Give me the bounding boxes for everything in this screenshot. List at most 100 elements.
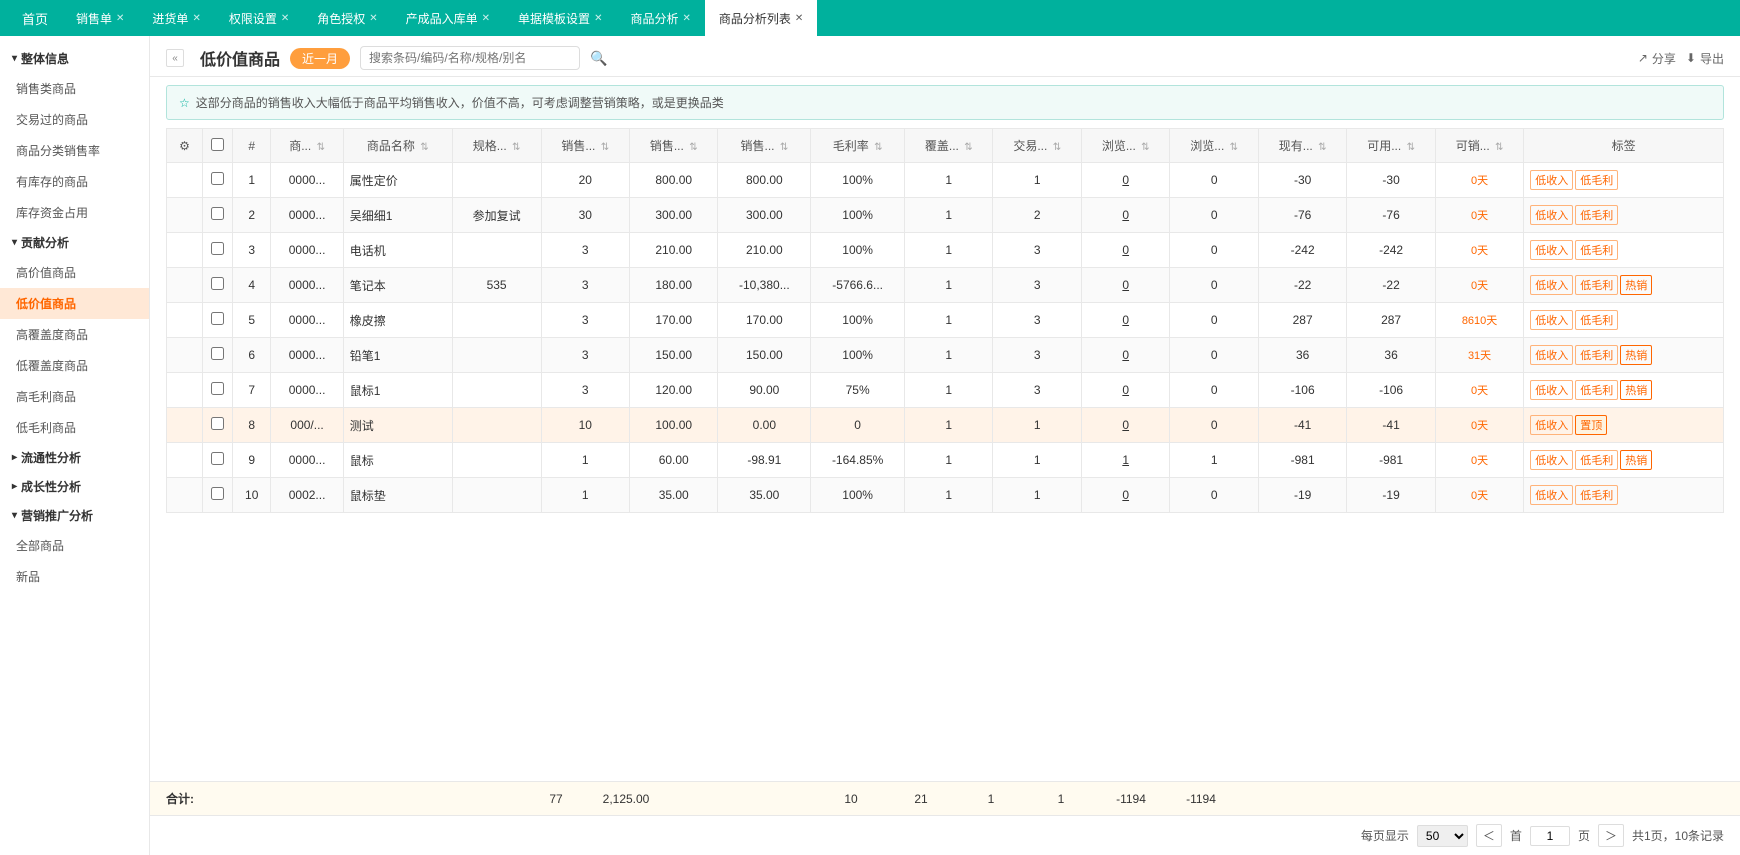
row-checkbox-cell[interactable] [203, 233, 233, 268]
row-settings-icon[interactable] [167, 338, 203, 373]
row-browse1[interactable]: 0 [1081, 198, 1169, 233]
nav-product-in-close[interactable]: ✕ [482, 13, 490, 24]
page-input[interactable] [1530, 826, 1570, 846]
nav-role[interactable]: 角色授权 ✕ [303, 0, 391, 36]
row-settings-icon[interactable] [167, 443, 203, 478]
row-checkbox-cell[interactable] [203, 303, 233, 338]
sales-amt2-col-header[interactable]: 销售... ⇅ [718, 129, 811, 163]
browse2-col-header[interactable]: 浏览... ⇅ [1170, 129, 1258, 163]
search-icon[interactable]: 🔍 [590, 50, 607, 67]
nav-purchase[interactable]: 进货单 ✕ [138, 0, 214, 36]
name-col-header[interactable]: 商品名称 ⇅ [343, 129, 452, 163]
row-checkbox-cell[interactable] [203, 338, 233, 373]
row-checkbox-cell[interactable] [203, 198, 233, 233]
row-browse1[interactable]: 0 [1081, 303, 1169, 338]
cover-col-header[interactable]: 覆盖... ⇅ [905, 129, 993, 163]
row-settings-icon[interactable] [167, 268, 203, 303]
sidebar-item-traded-goods[interactable]: 交易过的商品 [0, 104, 149, 135]
nav-role-close[interactable]: ✕ [369, 13, 377, 24]
nav-template[interactable]: 单据模板设置 ✕ [504, 0, 616, 36]
row-browse1[interactable]: 0 [1081, 373, 1169, 408]
sidebar-item-high-coverage[interactable]: 高覆盖度商品 [0, 319, 149, 350]
sidebar-item-low-margin[interactable]: 低毛利商品 [0, 412, 149, 443]
row-checkbox[interactable] [211, 242, 224, 255]
row-settings-icon[interactable] [167, 163, 203, 198]
sidebar-group-liquidity[interactable]: ▸ 流通性分析 [0, 443, 149, 472]
settings-col-header[interactable]: ⚙ [167, 129, 203, 163]
saleable-col-header[interactable]: 可销... ⇅ [1435, 129, 1523, 163]
nav-permission[interactable]: 权限设置 ✕ [215, 0, 303, 36]
row-checkbox-cell[interactable] [203, 443, 233, 478]
row-browse1[interactable]: 0 [1081, 408, 1169, 443]
nav-permission-close[interactable]: ✕ [281, 13, 289, 24]
row-browse1[interactable]: 0 [1081, 478, 1169, 513]
nav-goods-list-close[interactable]: ✕ [795, 13, 803, 24]
trade-col-header[interactable]: 交易... ⇅ [993, 129, 1081, 163]
sidebar-item-high-margin[interactable]: 高毛利商品 [0, 381, 149, 412]
row-browse1[interactable]: 0 [1081, 338, 1169, 373]
nav-home[interactable]: 首页 [8, 0, 62, 36]
row-checkbox[interactable] [211, 207, 224, 220]
available-col-header[interactable]: 可用... ⇅ [1347, 129, 1435, 163]
sidebar-item-category-sales[interactable]: 商品分类销售率 [0, 135, 149, 166]
row-checkbox-cell[interactable] [203, 478, 233, 513]
search-input[interactable] [360, 46, 580, 70]
browse1-col-header[interactable]: 浏览... ⇅ [1081, 129, 1169, 163]
row-settings-icon[interactable] [167, 233, 203, 268]
row-browse1[interactable]: 0 [1081, 268, 1169, 303]
row-checkbox[interactable] [211, 277, 224, 290]
sidebar-item-stock-goods[interactable]: 有库存的商品 [0, 166, 149, 197]
next-page-btn[interactable]: ＞ [1598, 824, 1624, 847]
nav-goods-analysis-close[interactable]: ✕ [682, 13, 690, 24]
row-browse1[interactable]: 0 [1081, 163, 1169, 198]
sidebar-item-new-goods[interactable]: 新品 [0, 561, 149, 592]
row-settings-icon[interactable] [167, 478, 203, 513]
row-checkbox[interactable] [211, 347, 224, 360]
sidebar-group-contribution[interactable]: ▾ 贡献分析 [0, 228, 149, 257]
share-btn[interactable]: ↗ 分享 [1638, 50, 1676, 67]
nav-purchase-close[interactable]: ✕ [192, 13, 200, 24]
spec-col-header[interactable]: 规格... ⇅ [452, 129, 541, 163]
row-checkbox-cell[interactable] [203, 408, 233, 443]
sales-amt-col-header[interactable]: 销售... ⇅ [629, 129, 717, 163]
sidebar-item-sales-goods[interactable]: 销售类商品 [0, 73, 149, 104]
select-all-checkbox[interactable] [211, 138, 224, 151]
sidebar-item-low-coverage[interactable]: 低覆盖度商品 [0, 350, 149, 381]
sales-qty-col-header[interactable]: 销售... ⇅ [541, 129, 629, 163]
checkbox-col-header[interactable] [203, 129, 233, 163]
sidebar-item-low-value[interactable]: 低价值商品 [0, 288, 149, 319]
sidebar-group-overall[interactable]: ▾ 整体信息 [0, 44, 149, 73]
row-checkbox-cell[interactable] [203, 268, 233, 303]
row-checkbox-cell[interactable] [203, 163, 233, 198]
row-checkbox[interactable] [211, 487, 224, 500]
nav-sales[interactable]: 销售单 ✕ [62, 0, 138, 36]
sidebar-item-stock-fund[interactable]: 库存资金占用 [0, 197, 149, 228]
sidebar-group-growth[interactable]: ▸ 成长性分析 [0, 472, 149, 501]
row-checkbox-cell[interactable] [203, 373, 233, 408]
export-btn[interactable]: ⬇ 导出 [1686, 50, 1724, 67]
nav-template-close[interactable]: ✕ [594, 13, 602, 24]
first-page-btn[interactable]: ＜ [1476, 824, 1502, 847]
filter-recent-month-btn[interactable]: 近一月 [290, 48, 350, 69]
row-checkbox[interactable] [211, 452, 224, 465]
gross-rate-col-header[interactable]: 毛利率 ⇅ [811, 129, 905, 163]
row-browse1[interactable]: 1 [1081, 443, 1169, 478]
row-checkbox[interactable] [211, 312, 224, 325]
nav-goods-analysis[interactable]: 商品分析 ✕ [616, 0, 704, 36]
table-container[interactable]: ⚙ # 商... ⇅ 商品名称 ⇅ 规格... ⇅ 销售... ⇅ 销售... … [150, 128, 1740, 781]
row-settings-icon[interactable] [167, 373, 203, 408]
row-checkbox[interactable] [211, 417, 224, 430]
sidebar-group-marketing[interactable]: ▾ 营销推广分析 [0, 501, 149, 530]
sidebar-item-high-value[interactable]: 高价值商品 [0, 257, 149, 288]
collapse-sidebar-btn[interactable]: « [166, 49, 184, 67]
code-col-header[interactable]: 商... ⇅ [271, 129, 343, 163]
row-settings-icon[interactable] [167, 198, 203, 233]
row-settings-icon[interactable] [167, 303, 203, 338]
per-page-select[interactable]: 50 100 200 [1417, 825, 1468, 847]
sidebar-item-all-goods[interactable]: 全部商品 [0, 530, 149, 561]
nav-sales-close[interactable]: ✕ [116, 13, 124, 24]
current-col-header[interactable]: 现有... ⇅ [1258, 129, 1346, 163]
row-browse1[interactable]: 0 [1081, 233, 1169, 268]
nav-goods-list[interactable]: 商品分析列表 ✕ [705, 0, 817, 36]
row-checkbox[interactable] [211, 382, 224, 395]
